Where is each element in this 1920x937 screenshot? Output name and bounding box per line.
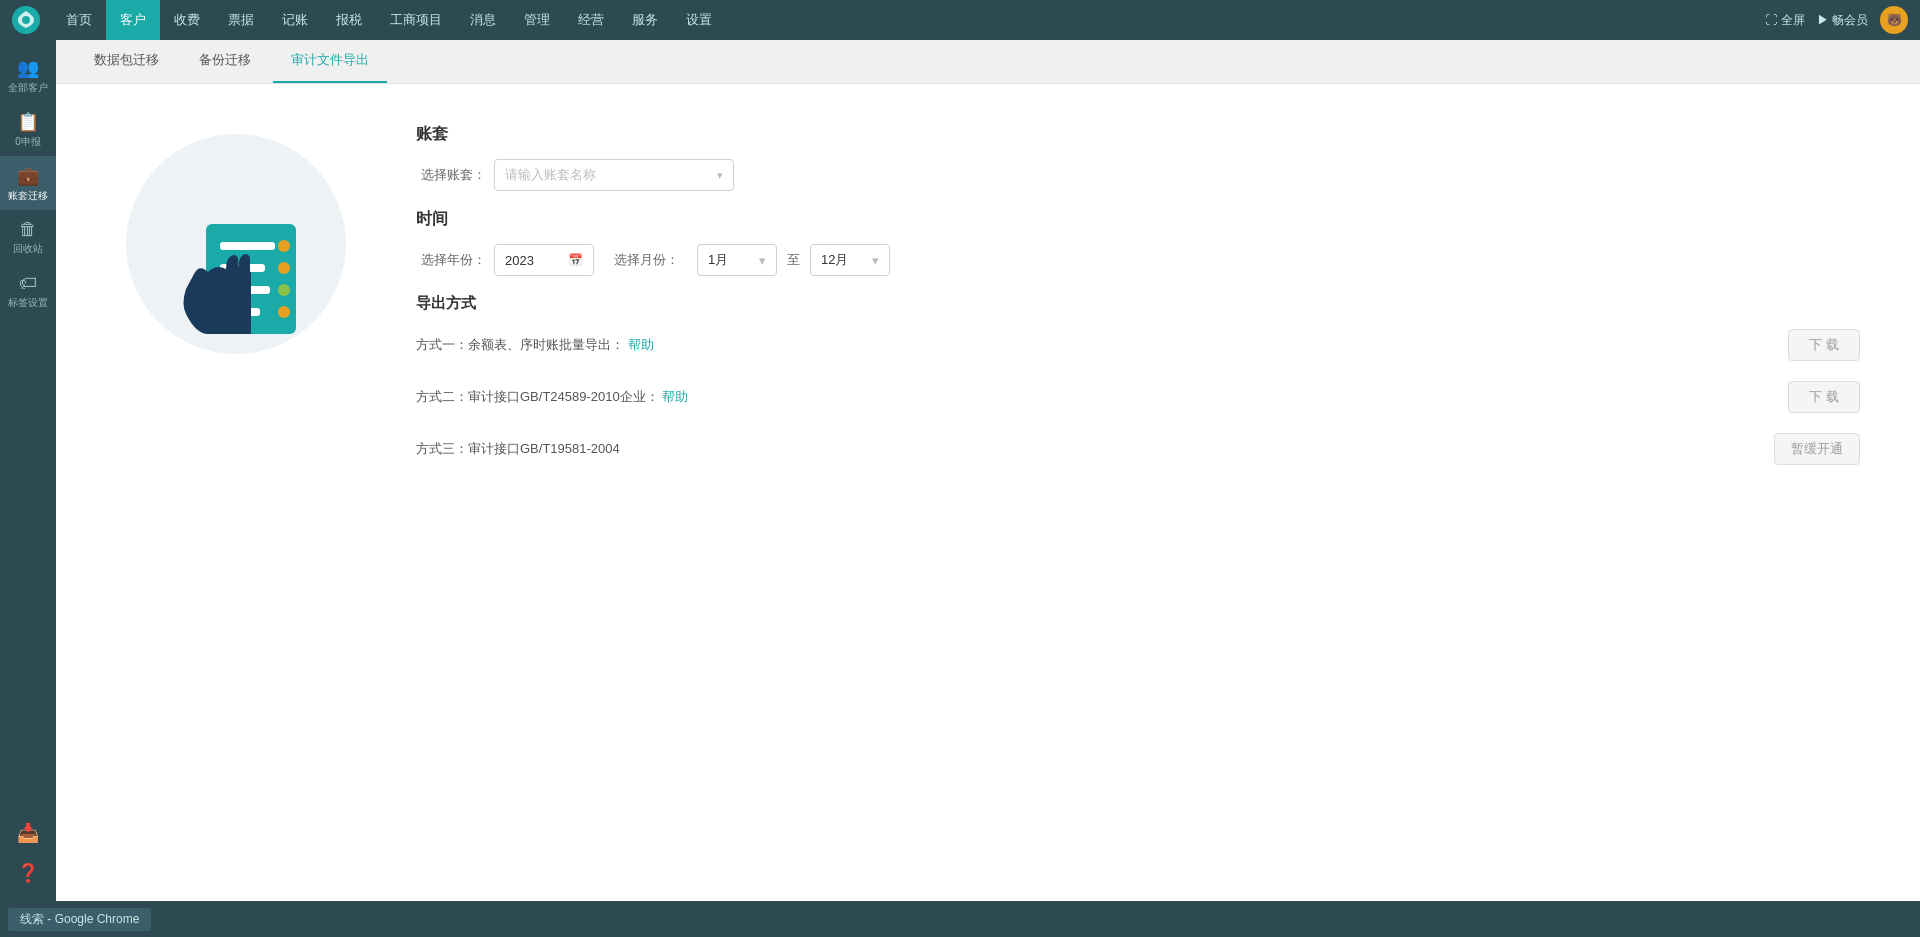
export-section-title: 导出方式 — [416, 294, 1860, 313]
form-area: 账套 选择账套： 请输入账套名称 ▾ 时间 选择年份： 2023 📅 — [376, 114, 1880, 871]
export-method-2-text: 方式二：审计接口GB/T24589-2010企业： 帮助 — [416, 388, 1788, 406]
to-label: 至 — [787, 251, 800, 269]
svg-point-9 — [278, 284, 290, 296]
nav-item-bookkeeping[interactable]: 记账 — [268, 0, 322, 40]
time-row: 选择年份： 2023 📅 选择月份： 1月 ▾ 至 12月 — [416, 244, 1860, 276]
nav-item-client[interactable]: 客户 — [106, 0, 160, 40]
svg-point-8 — [278, 262, 290, 274]
nav-item-manage[interactable]: 管理 — [510, 0, 564, 40]
tag-icon: 🏷 — [19, 273, 37, 294]
year-value: 2023 — [505, 253, 534, 268]
nav-item-operation[interactable]: 经营 — [564, 0, 618, 40]
sidebar-item-label: 标签设置 — [8, 297, 48, 309]
calendar-icon: 📅 — [568, 253, 583, 267]
sub-tabs: 数据包迁移 备份迁移 审计文件导出 — [56, 40, 1920, 84]
migrate-icon: 💼 — [17, 165, 39, 187]
sidebar: 👥 全部客户 📋 0申报 💼 账套迁移 🗑 回收站 🏷 标签设置 📥 ❓ — [0, 40, 56, 901]
recycle-icon: 🗑 — [19, 219, 37, 240]
help-link-2[interactable]: 帮助 — [662, 389, 688, 404]
illustration-svg — [156, 154, 316, 334]
top-nav: 首页 客户 收费 票据 记账 报税 工商项目 消息 管理 经营 服务 设置 ⛶ … — [0, 0, 1920, 40]
time-inputs: 2023 📅 选择月份： 1月 ▾ 至 12月 ▾ — [494, 244, 890, 276]
month-end-value: 12月 — [821, 251, 848, 269]
avatar[interactable]: 🐻 — [1880, 6, 1908, 34]
nav-item-service[interactable]: 服务 — [618, 0, 672, 40]
account-select[interactable]: 请输入账套名称 ▾ — [494, 159, 734, 191]
content-area: 数据包迁移 备份迁移 审计文件导出 — [56, 40, 1920, 901]
sidebar-bottom: 📥 ❓ — [12, 817, 44, 901]
svg-point-1 — [22, 16, 30, 24]
illustration-circle — [126, 134, 346, 354]
report-icon: 📋 — [17, 111, 39, 133]
account-row: 选择账套： 请输入账套名称 ▾ — [416, 159, 1860, 191]
taskbar: 线索 - Google Chrome — [0, 901, 1920, 937]
nav-item-settings[interactable]: 设置 — [672, 0, 726, 40]
year-input[interactable]: 2023 📅 — [494, 244, 594, 276]
illustration-area — [96, 114, 376, 871]
chevron-down-icon: ▾ — [717, 169, 723, 182]
account-section-title: 账套 — [416, 124, 1860, 145]
sidebar-item-label: 回收站 — [13, 243, 43, 255]
month-end-select[interactable]: 12月 ▾ — [810, 244, 890, 276]
sidebar-item-zero-report[interactable]: 📋 0申报 — [0, 102, 56, 156]
help-link-1[interactable]: 帮助 — [628, 337, 654, 352]
top-nav-right: ⛶ 全屏 ▶ 畅会员 🐻 — [1765, 6, 1920, 34]
fullscreen-button[interactable]: ⛶ 全屏 — [1765, 12, 1804, 29]
sidebar-item-label: 0申报 — [15, 136, 41, 148]
account-label: 选择账套： — [416, 166, 486, 184]
export-method-2: 方式二：审计接口GB/T24589-2010企业： 帮助 下 载 — [416, 381, 1860, 413]
export-method-3-text: 方式三：审计接口GB/T19581-2004 — [416, 440, 1774, 458]
account-placeholder: 请输入账套名称 — [505, 166, 596, 184]
nav-item-home[interactable]: 首页 — [52, 0, 106, 40]
chevron-down-icon: ▾ — [759, 253, 766, 268]
export-method-1-text: 方式一：余额表、序时账批量导出： 帮助 — [416, 336, 1788, 354]
download-button-2[interactable]: 下 载 — [1788, 381, 1860, 413]
month-start-value: 1月 — [708, 251, 728, 269]
month-start-select[interactable]: 1月 ▾ — [697, 244, 777, 276]
sidebar-item-all-clients[interactable]: 👥 全部客户 — [0, 48, 56, 102]
year-label: 选择年份： — [416, 251, 486, 269]
nav-item-fee[interactable]: 收费 — [160, 0, 214, 40]
nav-item-message[interactable]: 消息 — [456, 0, 510, 40]
svg-rect-3 — [220, 242, 275, 250]
app-logo[interactable] — [8, 2, 44, 38]
download-icon[interactable]: 📥 — [12, 817, 44, 849]
sidebar-item-label: 全部客户 — [8, 82, 48, 94]
svg-point-10 — [278, 306, 290, 318]
sidebar-item-label: 账套迁移 — [8, 190, 48, 202]
tab-data-migrate[interactable]: 数据包迁移 — [76, 40, 177, 83]
open-button-3[interactable]: 暂缓开通 — [1774, 433, 1860, 465]
time-section-title: 时间 — [416, 209, 1860, 230]
nav-item-tax[interactable]: 报税 — [322, 0, 376, 40]
tab-audit-export[interactable]: 审计文件导出 — [273, 40, 387, 83]
main-layout: 👥 全部客户 📋 0申报 💼 账套迁移 🗑 回收站 🏷 标签设置 📥 ❓ 数据包… — [0, 40, 1920, 901]
sidebar-item-recycle[interactable]: 🗑 回收站 — [0, 210, 56, 264]
download-button-1[interactable]: 下 载 — [1788, 329, 1860, 361]
clients-icon: 👥 — [17, 57, 39, 79]
chevron-down-icon: ▾ — [872, 253, 879, 268]
sidebar-item-migrate[interactable]: 💼 账套迁移 — [0, 156, 56, 210]
nav-item-invoice[interactable]: 票据 — [214, 0, 268, 40]
export-method-1: 方式一：余额表、序时账批量导出： 帮助 下 载 — [416, 329, 1860, 361]
vip-button[interactable]: ▶ 畅会员 — [1817, 12, 1868, 29]
nav-item-business[interactable]: 工商项目 — [376, 0, 456, 40]
nav-items: 首页 客户 收费 票据 记账 报税 工商项目 消息 管理 经营 服务 设置 — [52, 0, 1765, 40]
taskbar-chrome[interactable]: 线索 - Google Chrome — [8, 908, 151, 931]
export-method-3: 方式三：审计接口GB/T19581-2004 暂缓开通 — [416, 433, 1860, 465]
svg-point-7 — [278, 240, 290, 252]
sidebar-item-tag-settings[interactable]: 🏷 标签设置 — [0, 264, 56, 318]
month-label: 选择月份： — [614, 251, 679, 269]
tab-backup-migrate[interactable]: 备份迁移 — [181, 40, 269, 83]
help-icon[interactable]: ❓ — [12, 857, 44, 889]
page-content: 账套 选择账套： 请输入账套名称 ▾ 时间 选择年份： 2023 📅 — [56, 84, 1920, 901]
